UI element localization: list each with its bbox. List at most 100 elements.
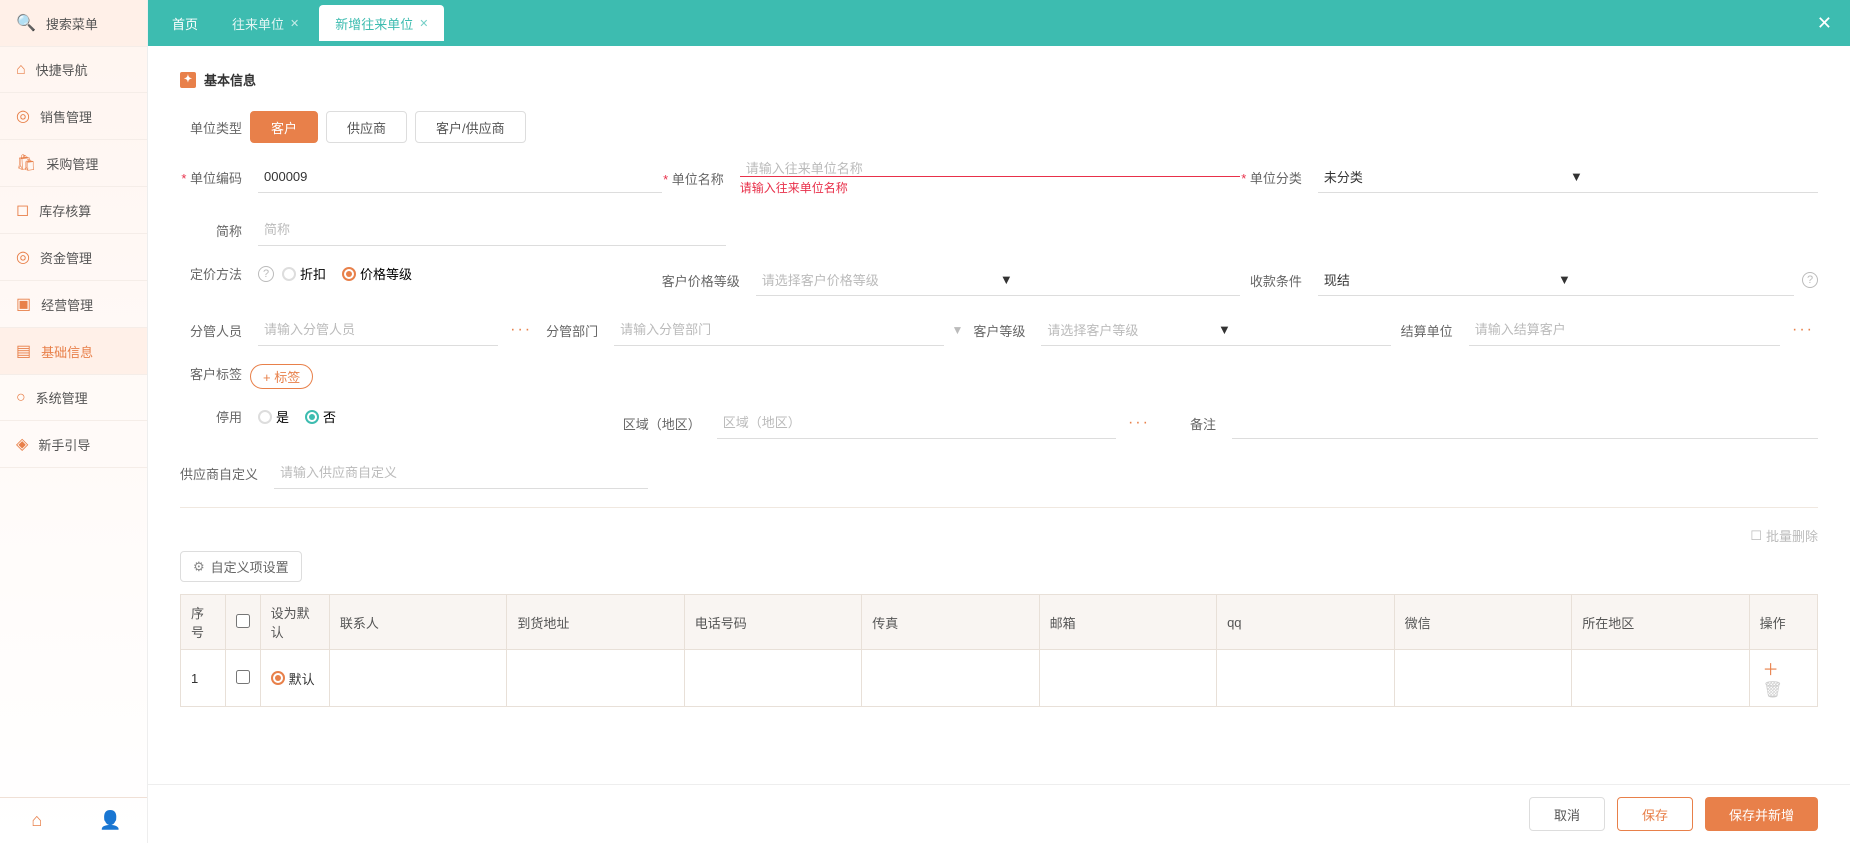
close-partners-tab-icon[interactable]: ✕ bbox=[290, 17, 299, 30]
sidebar-item-finance[interactable]: ◎ 资金管理 bbox=[0, 234, 147, 281]
row-supplier-custom: 供应商自定义 bbox=[180, 457, 1818, 489]
manager-more-icon[interactable]: ··· bbox=[506, 321, 536, 339]
batch-delete-icon: ☐ bbox=[1750, 528, 1762, 544]
sidebar-item-operation[interactable]: ▣ 经营管理 bbox=[0, 281, 147, 328]
sidebar-item-basic-info[interactable]: ▤ 基础信息 bbox=[0, 328, 147, 375]
batch-delete-button[interactable]: ☐ 批量删除 bbox=[1750, 526, 1818, 545]
main-area: 首页 往来单位 ✕ 新增往来单位 ✕ ✕ ✦ 基本信息 单位类型 客户 供应商 … bbox=[148, 0, 1850, 843]
contact-table: 序号 设为默认 联系人 到货地址 电话号码 传真 邮箱 qq 微信 所在地区 操… bbox=[180, 594, 1818, 707]
close-all-tabs-button[interactable]: ✕ bbox=[1809, 9, 1840, 38]
col-wechat: 微信 bbox=[1394, 595, 1571, 650]
sidebar-item-label: 销售管理 bbox=[40, 107, 92, 126]
tab-home[interactable]: 首页 bbox=[158, 5, 212, 41]
customer-price-level-placeholder: 请选择客户价格等级 bbox=[762, 270, 996, 289]
settlement-unit-more-icon[interactable]: ··· bbox=[1788, 321, 1818, 339]
field-unit-category: 单位分类 未分类 ▼ bbox=[1240, 161, 1818, 193]
supplier-custom-input[interactable] bbox=[274, 457, 648, 489]
fax-input[interactable] bbox=[872, 662, 1028, 694]
custom-setting-button[interactable]: ⚙ 自定义项设置 bbox=[180, 551, 302, 582]
sidebar-item-system[interactable]: ○ 系统管理 bbox=[0, 375, 147, 421]
sidebar-item-purchase[interactable]: 🛍 采购管理 bbox=[0, 140, 147, 187]
region-input[interactable] bbox=[717, 407, 1116, 439]
col-qq: qq bbox=[1217, 595, 1395, 650]
payment-terms-value: 现结 bbox=[1324, 270, 1554, 289]
manager-input[interactable] bbox=[258, 314, 498, 346]
unit-code-input[interactable] bbox=[258, 161, 662, 193]
save-button[interactable]: 保存 bbox=[1617, 797, 1693, 831]
radio-price-level[interactable]: 价格等级 bbox=[342, 264, 412, 283]
sidebar-home-btn[interactable]: ⌂ bbox=[0, 798, 74, 843]
search-icon: 🔍 bbox=[16, 13, 36, 33]
cell-default: 默认 bbox=[260, 650, 329, 707]
sidebar-item-inventory[interactable]: ◻ 库存核算 bbox=[0, 187, 147, 234]
unit-category-select[interactable]: 未分类 ▼ bbox=[1318, 161, 1818, 193]
wechat-input[interactable] bbox=[1405, 662, 1561, 694]
field-unit-code: 单位编码 bbox=[180, 161, 662, 193]
customer-level-label: 客户等级 bbox=[963, 321, 1033, 340]
sidebar-item-label: 新手引导 bbox=[38, 435, 90, 454]
radio-price-level-label: 价格等级 bbox=[360, 264, 412, 283]
delete-row-button[interactable]: 🗑 bbox=[1760, 682, 1786, 699]
manager-label: 分管人员 bbox=[180, 321, 250, 340]
form-footer: 取消 保存 保存并新增 bbox=[148, 784, 1850, 843]
type-btn-supplier[interactable]: 供应商 bbox=[326, 111, 407, 143]
tab-partners[interactable]: 往来单位 ✕ bbox=[216, 5, 315, 41]
disable-label: 停用 bbox=[180, 407, 250, 426]
sidebar-item-sales[interactable]: ◎ 销售管理 bbox=[0, 93, 147, 140]
batch-delete-area: ☐ 批量删除 bbox=[180, 526, 1818, 545]
tab-bar: 首页 往来单位 ✕ 新增往来单位 ✕ ✕ bbox=[148, 0, 1850, 46]
qq-input[interactable] bbox=[1227, 662, 1384, 694]
unit-name-input[interactable] bbox=[740, 161, 1240, 177]
customer-level-select[interactable]: 请选择客户等级 ▼ bbox=[1041, 314, 1390, 346]
field-customer-price-level: 客户价格等级 请选择客户价格等级 ▼ bbox=[662, 264, 1240, 296]
remark-label: 备注 bbox=[1154, 414, 1224, 433]
section-basic-info: ✦ 基本信息 bbox=[180, 70, 1818, 89]
location-input[interactable] bbox=[1582, 662, 1738, 694]
add-row-button[interactable]: ＋ bbox=[1760, 662, 1782, 679]
sidebar-item-quick-nav[interactable]: ⌂ 快捷导航 bbox=[0, 47, 147, 93]
supplier-custom-label: 供应商自定义 bbox=[180, 464, 266, 483]
radio-yes[interactable]: 是 bbox=[258, 407, 289, 426]
customer-price-level-select[interactable]: 请选择客户价格等级 ▼ bbox=[756, 264, 1240, 296]
radio-discount-label: 折扣 bbox=[300, 264, 326, 283]
customer-tag-label: 客户标签 bbox=[180, 364, 250, 383]
department-input[interactable] bbox=[614, 314, 943, 346]
tag-add-button[interactable]: + 标签 bbox=[250, 364, 313, 389]
field-payment-terms: 收款条件 现结 ▼ ? bbox=[1240, 264, 1818, 296]
col-phone: 电话号码 bbox=[684, 595, 861, 650]
sidebar-item-guide[interactable]: ◈ 新手引导 bbox=[0, 421, 147, 468]
settlement-unit-input[interactable] bbox=[1469, 314, 1780, 346]
save-new-button[interactable]: 保存并新增 bbox=[1705, 797, 1818, 831]
payment-terms-help-icon[interactable]: ? bbox=[1802, 272, 1818, 288]
sidebar-item-search[interactable]: 🔍 搜索菜单 bbox=[0, 0, 147, 47]
row-checkbox[interactable] bbox=[236, 670, 250, 684]
radio-no[interactable]: 否 bbox=[305, 407, 336, 426]
system-icon: ○ bbox=[16, 389, 26, 407]
operation-icon: ▣ bbox=[16, 294, 31, 314]
payment-terms-select[interactable]: 现结 ▼ bbox=[1318, 264, 1794, 296]
tab-new-partner[interactable]: 新增往来单位 ✕ bbox=[319, 5, 444, 41]
abbreviation-input[interactable] bbox=[258, 214, 726, 246]
region-more-icon[interactable]: ··· bbox=[1124, 414, 1154, 432]
sidebar-item-label: 基础信息 bbox=[41, 342, 93, 361]
sidebar-user-btn[interactable]: 👤 bbox=[74, 798, 148, 843]
default-radio[interactable]: 默认 bbox=[271, 669, 319, 688]
cell-address bbox=[507, 650, 684, 707]
address-input[interactable] bbox=[517, 662, 673, 694]
cancel-button[interactable]: 取消 bbox=[1529, 797, 1605, 831]
pricing-method-help-icon[interactable]: ? bbox=[258, 266, 274, 282]
contact-input[interactable] bbox=[340, 662, 496, 694]
remark-input[interactable] bbox=[1232, 407, 1818, 439]
chevron-down-icon2: ▼ bbox=[1000, 272, 1234, 287]
cell-phone bbox=[684, 650, 861, 707]
unit-code-label: 单位编码 bbox=[180, 168, 250, 187]
close-new-partner-tab-icon[interactable]: ✕ bbox=[419, 17, 428, 30]
cell-checkbox bbox=[225, 650, 260, 707]
phone-input[interactable] bbox=[695, 662, 851, 694]
email-input[interactable] bbox=[1050, 662, 1206, 694]
type-btn-customer[interactable]: 客户 bbox=[250, 111, 318, 143]
select-all-checkbox[interactable] bbox=[236, 614, 250, 628]
type-btn-both[interactable]: 客户/供应商 bbox=[415, 111, 526, 143]
row-disable-region: 停用 是 否 区域（地区） ··· 备注 bbox=[180, 407, 1818, 439]
radio-discount[interactable]: 折扣 bbox=[282, 264, 326, 283]
